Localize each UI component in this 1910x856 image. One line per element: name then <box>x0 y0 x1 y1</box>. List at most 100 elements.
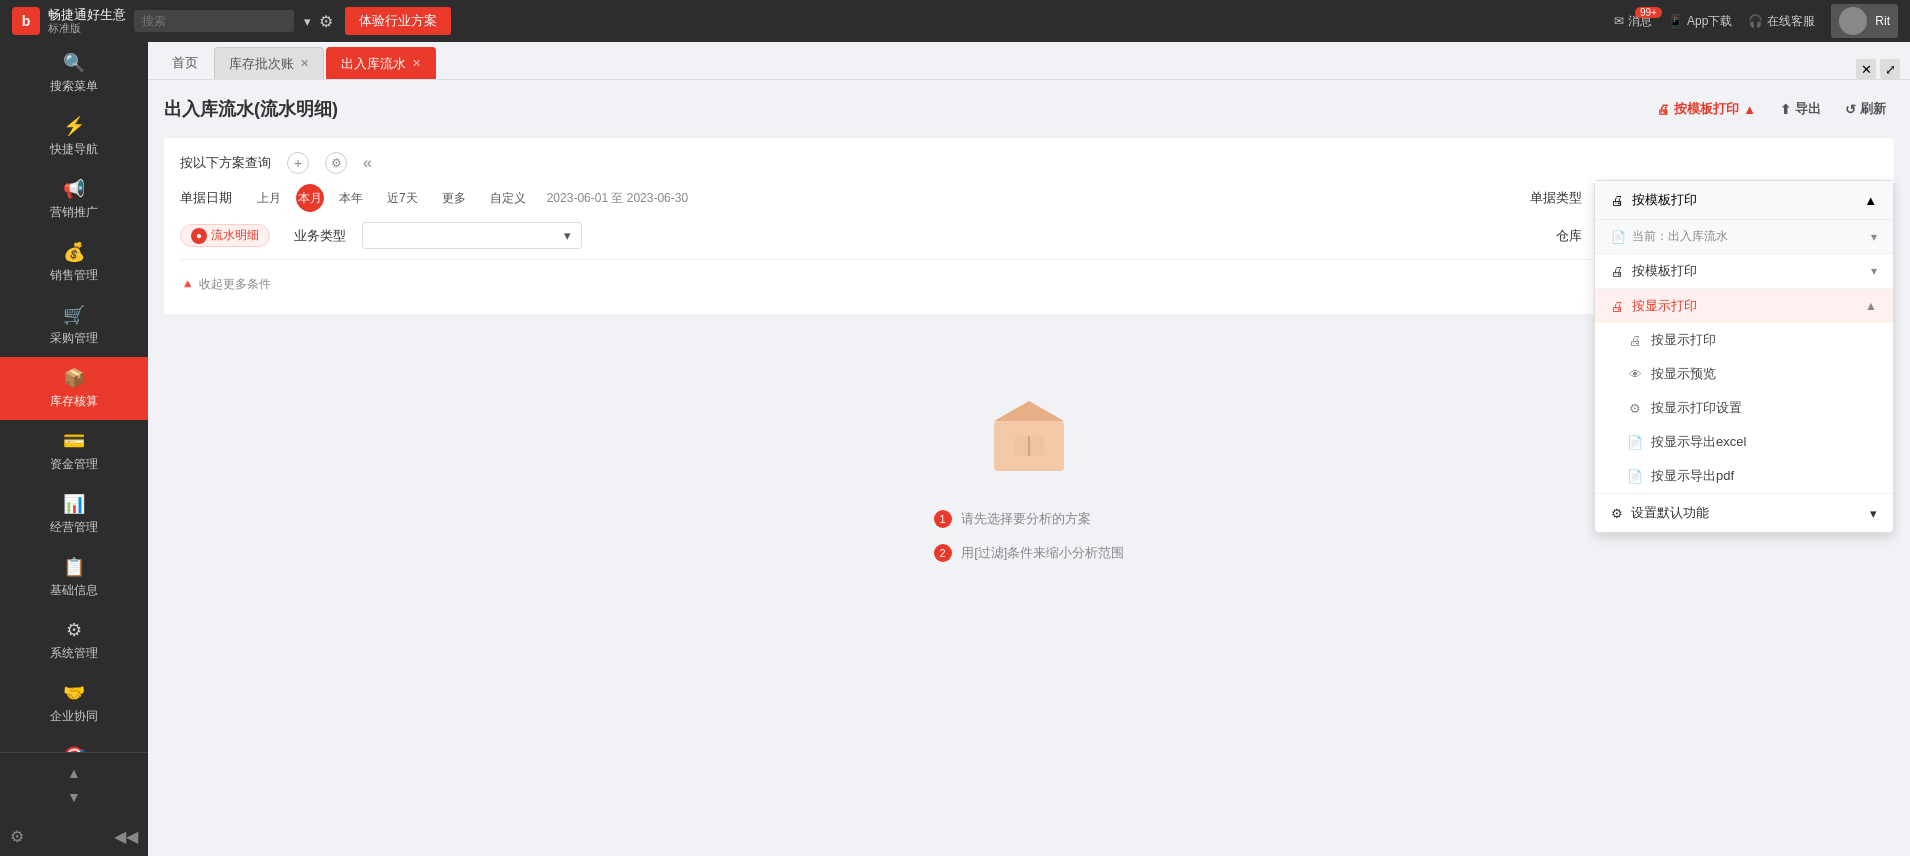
last7-btn[interactable]: 近7天 <box>378 186 427 211</box>
dropdown-section-display-header[interactable]: 🖨 按显示打印 ▲ <box>1595 289 1893 323</box>
collapse-btn[interactable]: 🔺 收起更多条件 <box>180 268 271 300</box>
sidebar-bottom: ⚙ ◀◀ <box>0 817 148 856</box>
messages-btn[interactable]: ✉ 消息 99+ <box>1614 13 1652 30</box>
step1-text: 请先选择要分析的方案 <box>961 511 1091 526</box>
settings-icon[interactable]: ⚙ <box>319 12 333 31</box>
sidebar-item-newbie[interactable]: 🎯新手引导 <box>0 735 148 752</box>
finance-label: 资金管理 <box>50 456 98 473</box>
display-section-icon: 🖨 <box>1611 299 1624 314</box>
sidebar-item-inventory[interactable]: 📦库存核算 <box>0 357 148 420</box>
svg-marker-1 <box>994 401 1064 421</box>
app-brand: 畅捷通好生意 标准版 <box>48 7 126 36</box>
set-default-icon: ⚙ <box>1611 506 1623 521</box>
export-icon: ⬆ <box>1780 102 1791 117</box>
print-icon: 🖨 <box>1657 102 1670 117</box>
sidebar-settings-icon[interactable]: ⚙ <box>10 827 24 846</box>
display-preview-item[interactable]: 👁 按显示预览 <box>1595 357 1893 391</box>
sidebar-item-quicknav[interactable]: ⚡快捷导航 <box>0 105 148 168</box>
tab-inout-flow-label: 出入库流水 <box>341 55 406 73</box>
prev-month-btn[interactable]: 上月 <box>248 186 290 211</box>
cooperation-icon: 🤝 <box>63 682 85 704</box>
dpdf-icon: 📄 <box>1627 468 1643 484</box>
tab-batch-account[interactable]: 库存批次账 ✕ <box>214 47 324 79</box>
customer-service-btn[interactable]: 🎧 在线客服 <box>1748 13 1815 30</box>
filter-collapse-btn[interactable]: « <box>363 154 372 172</box>
template-section-icon: 🖨 <box>1611 264 1624 279</box>
topbar: b 畅捷通好生意 标准版 ▾ ⚙ 体验行业方案 ✉ 消息 99+ 📱 App下载… <box>0 0 1910 42</box>
cur-month-btn[interactable]: 本月 <box>296 184 324 212</box>
biz-type-arrow: ▾ <box>564 228 571 243</box>
tab-maximize[interactable]: ⤢ <box>1880 59 1900 79</box>
dprint-icon: 🖨 <box>1627 332 1643 348</box>
tag-label: 流水明细 <box>211 227 259 244</box>
sidebar: 🔍搜索菜单⚡快捷导航📢营销推广💰销售管理🛒采购管理📦库存核算💳资金管理📊经营管理… <box>0 42 148 856</box>
quicknav-label: 快捷导航 <box>50 141 98 158</box>
user-btn[interactable]: Rit <box>1831 4 1898 38</box>
tab-inout-flow-close[interactable]: ✕ <box>412 57 421 70</box>
page-title-text: 出入库流水(流水明细) <box>164 97 338 121</box>
tab-home[interactable]: 首页 <box>158 47 212 79</box>
custom-btn[interactable]: 自定义 <box>481 186 535 211</box>
biz-type-select[interactable]: ▾ <box>362 222 582 249</box>
sidebar-scroll-down[interactable]: ▼ <box>63 785 85 809</box>
empty-step2: 2 用[过滤]条件来缩小分析范围 <box>934 540 1125 566</box>
search-input[interactable] <box>134 10 294 32</box>
sidebar-item-purchase[interactable]: 🛒采购管理 <box>0 294 148 357</box>
filter-tag: ● 流水明细 <box>180 224 270 247</box>
dropdown-current-text: 当前：出入库流水 <box>1632 228 1728 245</box>
cooperation-label: 企业协同 <box>50 708 98 725</box>
date-range: 2023-06-01 至 2023-06-30 <box>547 190 688 207</box>
sidebar-item-cooperation[interactable]: 🤝 企业协同 <box>0 672 148 735</box>
sidebar-item-marketing[interactable]: 📢营销推广 <box>0 168 148 231</box>
display-pdf-item[interactable]: 📄 按显示导出pdf <box>1595 459 1893 493</box>
export-btn[interactable]: ⬆ 导出 <box>1772 96 1829 122</box>
sidebar-item-basic[interactable]: 📋基础信息 <box>0 546 148 609</box>
app-logo: b <box>12 7 40 35</box>
set-default-btn[interactable]: ⚙ 设置默认功能 ▾ <box>1595 494 1893 532</box>
dropdown-header[interactable]: 🖨 按模板打印 ▲ <box>1595 181 1893 220</box>
print-template-btn[interactable]: 🖨 按模板打印 ▲ <box>1649 96 1764 122</box>
dpreview-icon: 👁 <box>1627 366 1643 382</box>
step2-text: 用[过滤]条件来缩小分析范围 <box>961 545 1124 560</box>
sidebar-item-operations[interactable]: 📊经营管理 <box>0 483 148 546</box>
purchase-icon: 🛒 <box>63 304 85 326</box>
marketing-label: 营销推广 <box>50 204 98 221</box>
industry-btn[interactable]: 体验行业方案 <box>345 7 451 35</box>
display-print-settings-item[interactable]: ⚙ 按显示打印设置 <box>1595 391 1893 425</box>
display-print-item[interactable]: 🖨 按显示打印 <box>1595 323 1893 357</box>
tab-batch-account-close[interactable]: ✕ <box>300 57 309 70</box>
sidebar-scroll-up[interactable]: ▲ <box>63 761 85 785</box>
content-area: 首页 库存批次账 ✕ 出入库流水 ✕ ✕ ⤢ 出入库流水(流水明细) <box>148 42 1910 856</box>
more-btn[interactable]: 更多 <box>433 186 475 211</box>
display-excel-item[interactable]: 📄 按显示导出excel <box>1595 425 1893 459</box>
messages-badge: 99+ <box>1635 7 1662 18</box>
template-section-arrow: ▾ <box>1871 264 1877 278</box>
dexcel-icon: 📄 <box>1627 434 1643 450</box>
refresh-btn[interactable]: ↺ 刷新 <box>1837 96 1894 122</box>
display-section-arrow: ▲ <box>1865 299 1877 313</box>
dropdown-section-template-header[interactable]: 🖨 按模板打印 ▾ <box>1595 254 1893 288</box>
sidebar-item-finance[interactable]: 💳资金管理 <box>0 420 148 483</box>
search-dropdown-icon[interactable]: ▾ <box>304 14 311 29</box>
set-default-label: 设置默认功能 <box>1631 504 1709 522</box>
tabbar: 首页 库存批次账 ✕ 出入库流水 ✕ ✕ ⤢ <box>148 42 1910 80</box>
dpdf-label: 按显示导出pdf <box>1651 467 1734 485</box>
app-download-btn[interactable]: 📱 App下载 <box>1668 13 1732 30</box>
sidebar-collapse-icon[interactable]: ◀◀ <box>114 827 138 846</box>
cur-year-btn[interactable]: 本年 <box>330 186 372 211</box>
dropdown-doc-icon: 📄 <box>1611 230 1626 244</box>
sidebar-item-search[interactable]: 🔍搜索菜单 <box>0 42 148 105</box>
sidebar-item-sales[interactable]: 💰销售管理 <box>0 231 148 294</box>
filter-settings-btn[interactable]: ⚙ <box>325 152 347 174</box>
sidebar-item-system[interactable]: ⚙系统管理 <box>0 609 148 672</box>
page-title-bar: 出入库流水(流水明细) 🖨 按模板打印 ▲ ⬆ 导出 ↺ 刷新 <box>164 96 1894 122</box>
tab-inout-flow[interactable]: 出入库流水 ✕ <box>326 47 436 79</box>
set-default-arrow: ▾ <box>1870 506 1877 521</box>
date-group: 上月 本月 本年 近7天 更多 自定义 <box>248 184 535 212</box>
filter-add-btn[interactable]: + <box>287 152 309 174</box>
headset-icon: 🎧 <box>1748 14 1763 28</box>
print-template-label: 按模板打印 <box>1674 100 1739 118</box>
tag-icon: ● <box>191 228 207 244</box>
refresh-icon: ↺ <box>1845 102 1856 117</box>
tab-close-all[interactable]: ✕ <box>1856 59 1876 79</box>
